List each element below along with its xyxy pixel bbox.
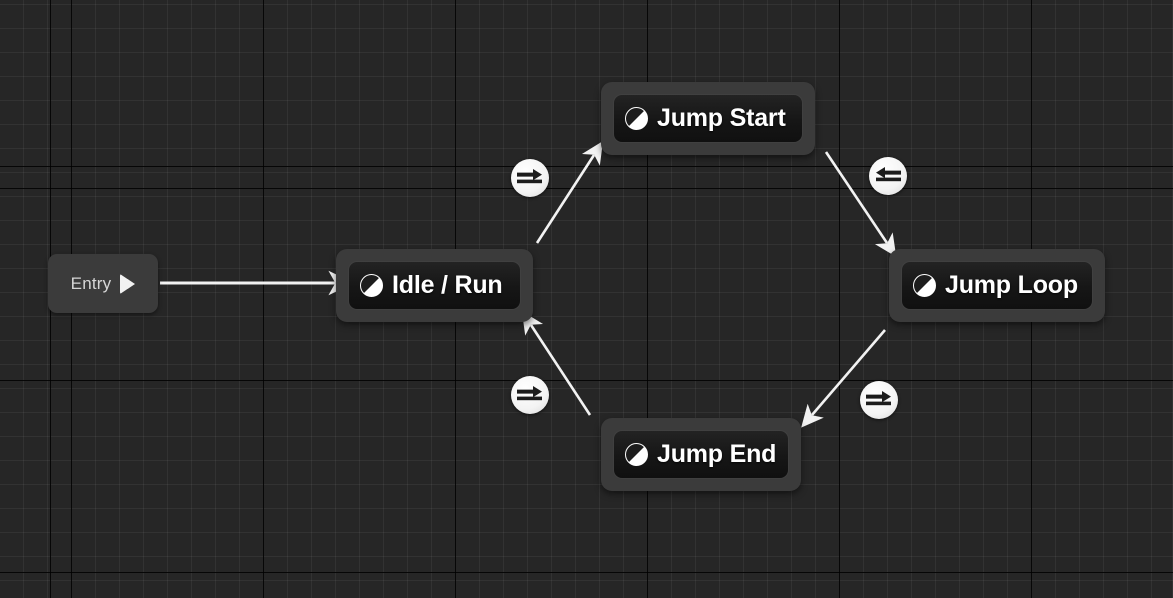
transition-arrow-icon: [876, 167, 901, 182]
state-node-jump-start[interactable]: Jump Start: [601, 82, 815, 155]
transition-badge-idle-run-to-jump-start[interactable]: [511, 159, 549, 197]
state-node-idle-run[interactable]: Idle / Run: [336, 249, 533, 322]
state-node-label: Jump End: [657, 440, 777, 468]
state-circle-icon: [625, 443, 648, 466]
state-machine-canvas[interactable]: Entry Idle / Run Jump Start Jump Loop Ju…: [0, 0, 1173, 598]
play-triangle-icon: [120, 273, 136, 294]
state-node-jump-end[interactable]: Jump End: [601, 418, 801, 491]
transition-arrow-icon: [517, 169, 542, 184]
state-node-label: Idle / Run: [392, 271, 503, 299]
entry-node-label: Entry: [70, 273, 112, 293]
state-node-label: Jump Start: [657, 104, 786, 132]
state-node-body: Jump Start: [613, 94, 803, 143]
transition-badge-jump-loop-to-jump-end[interactable]: [860, 381, 898, 419]
state-node-label: Jump Loop: [945, 271, 1078, 299]
state-node-body: Idle / Run: [348, 261, 521, 310]
transition-arrow-icon: [866, 391, 891, 406]
state-circle-icon: [913, 274, 936, 297]
transition-arrow-icon: [517, 386, 542, 401]
state-circle-icon: [625, 107, 648, 130]
state-node-jump-loop[interactable]: Jump Loop: [889, 249, 1105, 322]
transition-badge-jump-end-to-idle-run[interactable]: [511, 376, 549, 414]
state-circle-icon: [360, 274, 383, 297]
entry-node[interactable]: Entry: [48, 254, 158, 313]
transition-badge-jump-start-to-jump-loop[interactable]: [869, 157, 907, 195]
state-node-body: Jump End: [613, 430, 789, 479]
state-node-body: Jump Loop: [901, 261, 1093, 310]
